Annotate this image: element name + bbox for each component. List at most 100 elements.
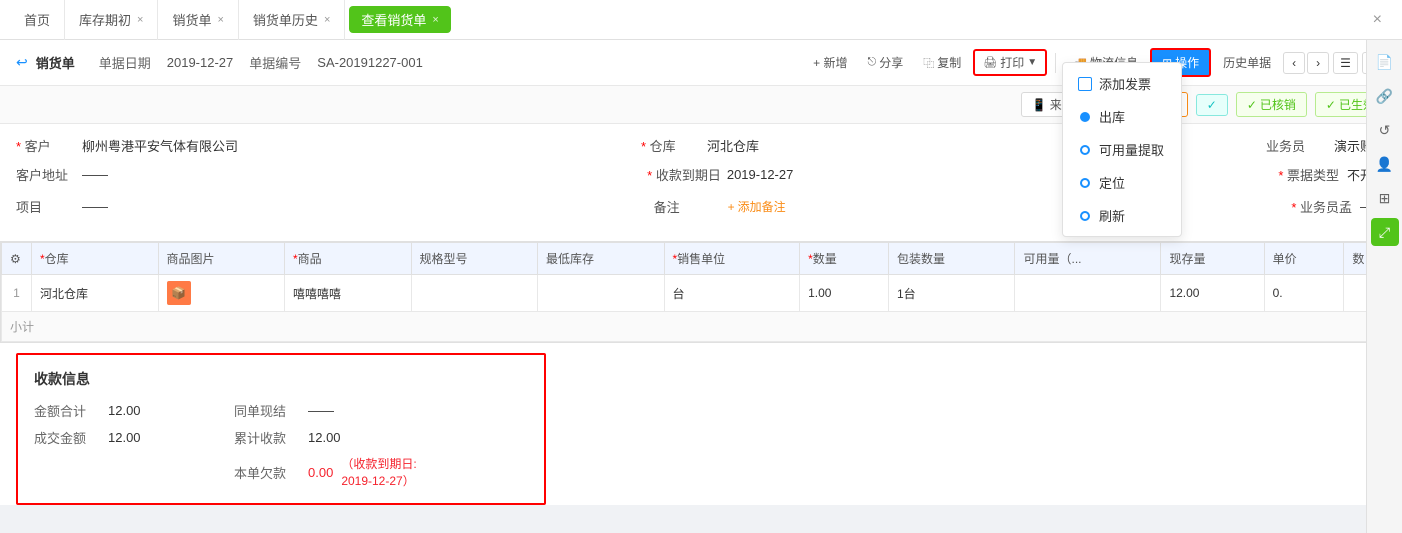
avail-col-header: 可用量（... xyxy=(1015,243,1161,275)
refresh-menu-icon xyxy=(1077,208,1093,224)
qty-col-header: *数量 xyxy=(800,243,889,275)
sales-staff-label: 业务员孟 xyxy=(1291,197,1352,216)
total-label: 金额合计 xyxy=(34,401,104,420)
phone-icon: 📱 xyxy=(1032,98,1047,112)
doc-no-value: SA-20191227-001 xyxy=(317,55,423,70)
payment-cumulative-row: 累计收款 12.00 xyxy=(234,428,434,447)
close-tab-sales[interactable]: × xyxy=(217,14,223,26)
sidebar-link-button[interactable]: 🔗 xyxy=(1371,82,1399,110)
history-button[interactable]: 历史单据 xyxy=(1215,50,1279,75)
doc-header: ↩ 销货单 单据日期 2019-12-27 单据编号 SA-20191227-0… xyxy=(0,40,1402,86)
right-sidebar: 📄 🔗 ↺ 👤 ⊞ ⤢ xyxy=(1366,40,1402,533)
new-button[interactable]: + 新增 xyxy=(805,50,855,75)
stock-col-header: 现存量 xyxy=(1161,243,1264,275)
row-spec xyxy=(411,275,538,312)
available-icon xyxy=(1077,142,1093,158)
product-img-col-header: 商品图片 xyxy=(158,243,285,275)
settings-col-header[interactable]: ⚙ xyxy=(2,243,32,275)
close-tab-history[interactable]: × xyxy=(324,14,330,26)
staff-label: 业务员 xyxy=(1266,136,1326,155)
payment-grid: 金额合计 12.00 同单现结 —— 成交金额 12.00 累计收款 12.00… xyxy=(34,401,528,489)
tab-sales-order[interactable]: 销货单 × xyxy=(158,0,238,40)
close-tab-inventory[interactable]: × xyxy=(137,14,143,26)
tab-inventory-init[interactable]: 库存期初 × xyxy=(65,0,158,40)
row-avail xyxy=(1015,275,1161,312)
refresh-item[interactable]: 刷新 xyxy=(1063,199,1181,232)
row-stock: 12.00 xyxy=(1161,275,1264,312)
copy-button[interactable]: ⿻ 复制 xyxy=(915,50,969,75)
payment-section: 收款信息 金额合计 12.00 同单现结 —— 成交金额 12.00 累计收款 … xyxy=(16,353,546,505)
payment-same-settle-row: 同单现结 —— xyxy=(234,401,434,420)
owed-value: 0.00 xyxy=(308,465,333,480)
sidebar-user-button[interactable]: 👤 xyxy=(1371,150,1399,178)
outbound-item[interactable]: 出库 xyxy=(1063,100,1181,133)
address-field: 客户地址 —— xyxy=(16,165,647,184)
cancelled-button[interactable]: ✓ 已核销 xyxy=(1236,92,1307,117)
doc-title-area: ↩ 销货单 单据日期 2019-12-27 单据编号 SA-20191227-0… xyxy=(16,53,805,72)
print-arrow-icon: ▼ xyxy=(1027,57,1037,68)
sales-table: ⚙ *仓库 商品图片 *商品 规格型号 最低库存 *销售单位 *数量 包装数量 … xyxy=(1,242,1401,342)
sidebar-refresh-button[interactable]: ↺ xyxy=(1371,116,1399,144)
invoice-icon xyxy=(1077,76,1093,92)
price-col-header: 单价 xyxy=(1264,243,1344,275)
available-qty-item[interactable]: 可用量提取 xyxy=(1063,133,1181,166)
table-header-row: ⚙ *仓库 商品图片 *商品 规格型号 最低库存 *销售单位 *数量 包装数量 … xyxy=(2,243,1401,275)
due-date-label: 收款到期日 xyxy=(647,165,721,184)
next-button[interactable]: › xyxy=(1307,52,1329,74)
pack-qty-col-header: 包装数量 xyxy=(888,243,1015,275)
doc-no-label: 单据编号 xyxy=(249,53,301,72)
row-pack-qty: 1台 xyxy=(888,275,1015,312)
subtotal-row: 小计 xyxy=(2,312,1401,342)
tab-home[interactable]: 首页 xyxy=(10,0,65,40)
check-icon: ✓ xyxy=(1207,98,1217,112)
payment-title: 收款信息 xyxy=(34,369,528,389)
close-window-button[interactable]: × xyxy=(1363,11,1392,29)
ticket-label: 票据类型 xyxy=(1278,165,1339,184)
prev-button[interactable]: ‹ xyxy=(1283,52,1305,74)
row-price: 0. xyxy=(1264,275,1344,312)
doc-title: 销货单 xyxy=(36,53,75,72)
document-area: ↩ 销货单 单据日期 2019-12-27 单据编号 SA-20191227-0… xyxy=(0,40,1402,505)
print-button[interactable]: 🖨 打印 ▼ xyxy=(973,49,1047,76)
add-invoice-item[interactable]: 添加发票 xyxy=(1063,67,1181,100)
locate-item[interactable]: 定位 xyxy=(1063,166,1181,199)
add-note-button[interactable]: + 添加备注 xyxy=(720,194,794,219)
separator xyxy=(1055,53,1056,73)
plus-icon: + xyxy=(728,200,735,214)
address-value: —— xyxy=(82,167,108,182)
product-image: 📦 xyxy=(167,281,191,305)
row-unit: 台 xyxy=(664,275,800,312)
tab-sales-history[interactable]: 销货单历史 × xyxy=(239,0,345,40)
row-qty: 1.00 xyxy=(800,275,889,312)
unit-col-header: *销售单位 xyxy=(664,243,800,275)
share-icon: ⎋ xyxy=(867,56,876,69)
project-label: 项目 xyxy=(16,197,76,216)
deal-label: 成交金额 xyxy=(34,428,104,447)
sidebar-table-button[interactable]: ⊞ xyxy=(1371,184,1399,212)
sales-order-icon: ↩ xyxy=(16,54,28,71)
payment-deal-row: 成交金额 12.00 xyxy=(34,428,234,447)
tab-view-sales[interactable]: 查看销货单 × xyxy=(349,6,450,33)
total-value: 12.00 xyxy=(108,403,141,418)
confirm-button[interactable]: ✓ xyxy=(1196,94,1228,116)
sub-toolbar: 📱 来自手机 ⊙ 未开票 ✓ ✓ 已核销 ✓ 已生效 xyxy=(0,86,1402,124)
locate-icon xyxy=(1077,175,1093,191)
due-date-value: 2019-12-27 xyxy=(727,167,794,182)
customer-value: 柳州粤港平安气体有限公司 xyxy=(82,136,238,155)
close-tab-view-sales[interactable]: × xyxy=(432,14,438,26)
project-value: —— xyxy=(82,199,108,214)
sidebar-doc-button[interactable]: 📄 xyxy=(1371,48,1399,76)
product-col-header: *商品 xyxy=(285,243,412,275)
cumulative-label: 累计收款 xyxy=(234,428,304,447)
due-date-field: 收款到期日 2019-12-27 xyxy=(647,165,1278,184)
share-button[interactable]: ⎋ 分享 xyxy=(859,50,911,75)
customer-label: 客户 xyxy=(16,136,76,155)
same-settle-label: 同单现结 xyxy=(234,401,304,420)
address-label: 客户地址 xyxy=(16,165,76,184)
sidebar-expand-button[interactable]: ⤢ xyxy=(1371,218,1399,246)
row-min-stock xyxy=(538,275,665,312)
warehouse-col-header: *仓库 xyxy=(32,243,159,275)
project-field: 项目 —— xyxy=(16,197,654,216)
list-view-button[interactable]: ☰ xyxy=(1333,52,1358,74)
min-stock-col-header: 最低库存 xyxy=(538,243,665,275)
